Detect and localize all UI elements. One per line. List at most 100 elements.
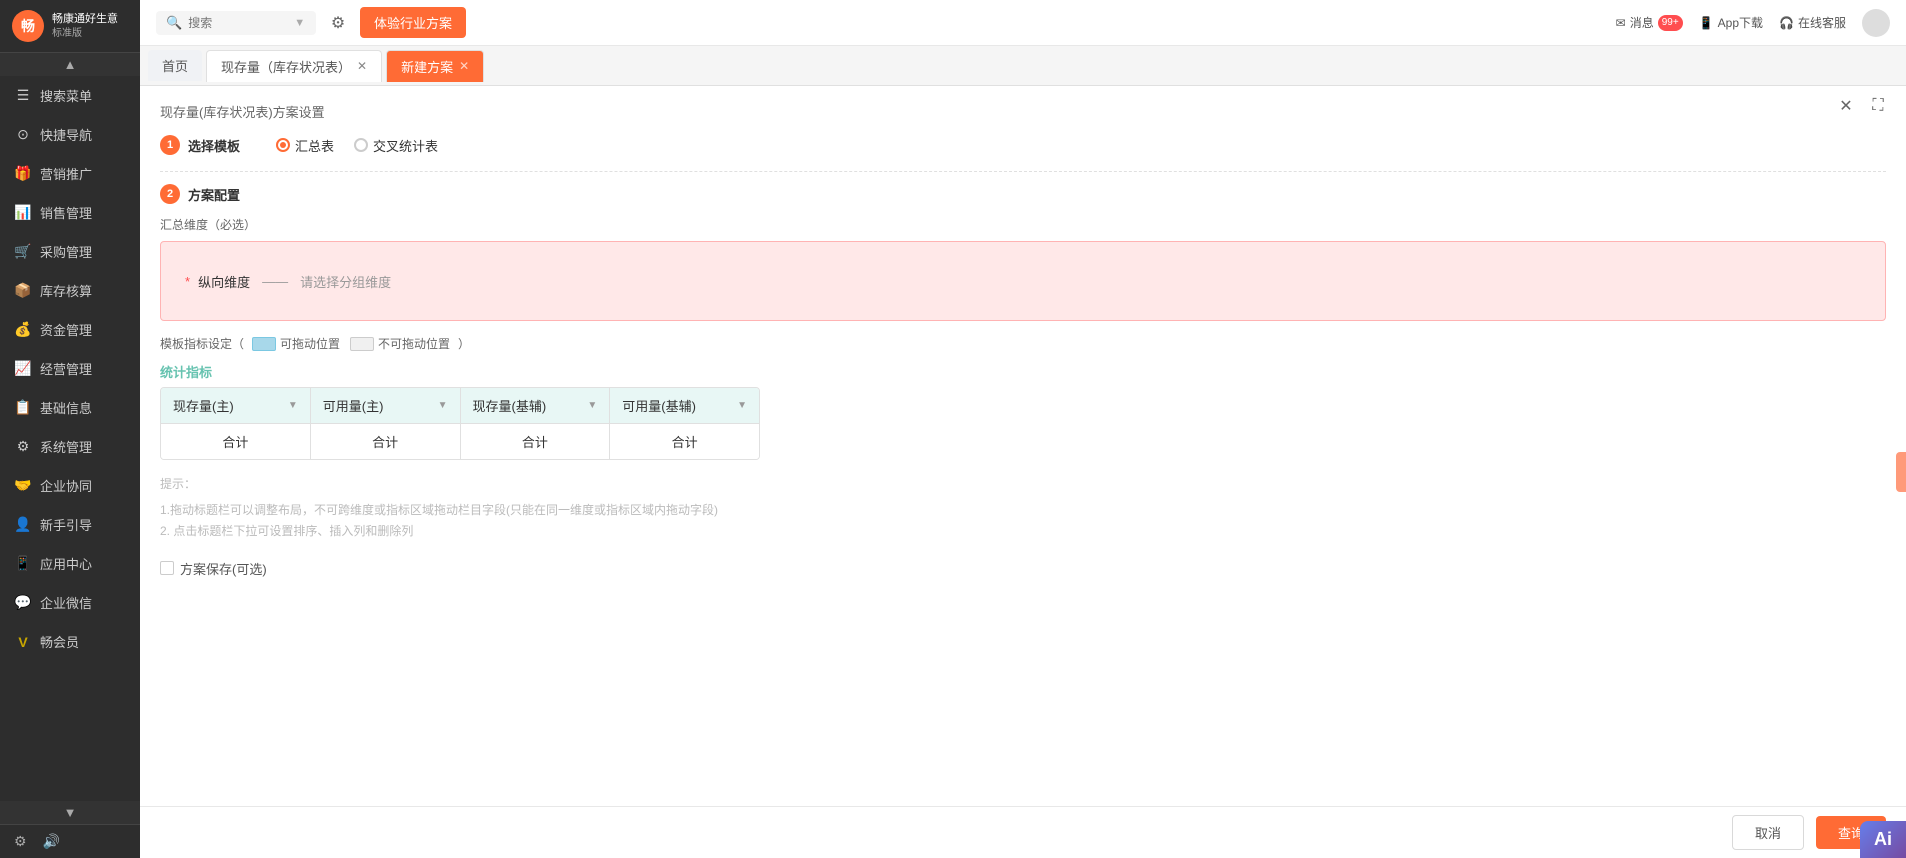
stats-col4-chevron-icon[interactable]: ▼: [737, 400, 747, 411]
step1-title: 选择模板: [188, 136, 240, 155]
radio-summary[interactable]: 汇总表: [276, 136, 334, 155]
tip2-text: 2. 点击标题栏下拉可设置排序、插入列和删除列: [160, 521, 1886, 543]
radio-cross-label: 交叉统计表: [373, 136, 438, 155]
sidebar-sound-icon[interactable]: 🔊: [43, 833, 60, 850]
purchase-icon: 🛒: [14, 243, 32, 261]
panel-expand-button[interactable]: ⛶: [1866, 94, 1890, 118]
app-download-button[interactable]: 📱 App下载: [1699, 14, 1763, 31]
stats-table-title: 统计指标: [160, 362, 1886, 381]
indicator-settings-label: 模板指标设定（ 可拖动位置 不可拖动位置: [160, 335, 1886, 352]
trial-industry-button[interactable]: 体验行业方案: [360, 7, 466, 38]
stats-col2-data: 合计: [311, 423, 461, 459]
stats-col1-chevron-icon[interactable]: ▼: [288, 400, 298, 411]
sidebar-item-label: 采购管理: [40, 242, 92, 261]
sidebar-item-inventory[interactable]: 📦 库存核算: [0, 271, 140, 310]
message-button[interactable]: ✉ 消息 99+: [1616, 14, 1683, 31]
sidebar-item-member[interactable]: V 畅会员: [0, 622, 140, 661]
summary-dimension-label: 汇总维度（必选）: [160, 216, 1886, 233]
sidebar-item-label: 基础信息: [40, 398, 92, 417]
sidebar: 畅 畅康通好生意 标准版 ▲ ☰ 搜索菜单 ⊙ 快捷导航 🎁 营销推广 📊 销售…: [0, 0, 140, 858]
top-right: ✉ 消息 99+ 📱 App下载 🎧 在线客服: [1616, 9, 1890, 37]
sidebar-item-newbie[interactable]: 👤 新手引导: [0, 505, 140, 544]
stats-col1-header[interactable]: 现存量(主) ▼: [161, 388, 311, 423]
panel-close-button[interactable]: ✕: [1834, 94, 1858, 118]
sidebar-item-purchase[interactable]: 🛒 采购管理: [0, 232, 140, 271]
ai-badge[interactable]: Ai: [1860, 821, 1906, 858]
right-edge-handle[interactable]: [1896, 452, 1906, 492]
tab-new-plan-close-icon[interactable]: ✕: [459, 59, 469, 73]
tips-section: 提示： 1.拖动标题栏可以调整布局，不可跨维度或指标区域拖动栏目字段(只能在同一…: [160, 474, 1886, 543]
draggable-legend-label: 可拖动位置: [280, 335, 340, 352]
stats-table-data-row: 合计 合计 合计 合计: [161, 423, 759, 459]
sidebar-item-sales[interactable]: 📊 销售管理: [0, 193, 140, 232]
draggable-legend-box: [252, 337, 276, 351]
draggable-legend-item: 可拖动位置: [252, 335, 340, 352]
sidebar-scroll-up[interactable]: ▲: [0, 53, 140, 76]
step-divider: [160, 171, 1886, 172]
sidebar-item-app-center[interactable]: 📱 应用中心: [0, 544, 140, 583]
online-service-button[interactable]: 🎧 在线客服: [1779, 14, 1846, 31]
dimension-dash: ——: [262, 274, 288, 289]
sidebar-item-system[interactable]: ⚙ 系统管理: [0, 427, 140, 466]
user-avatar[interactable]: [1862, 9, 1890, 37]
tab-inventory-close-icon[interactable]: ✕: [357, 59, 367, 73]
app-center-icon: 📱: [14, 555, 32, 573]
tab-home[interactable]: 首页: [148, 50, 202, 81]
save-option[interactable]: 方案保存(可选): [160, 559, 1886, 578]
sidebar-item-basic-info[interactable]: 📋 基础信息: [0, 388, 140, 427]
sidebar-item-finance[interactable]: 💰 资金管理: [0, 310, 140, 349]
system-icon: ⚙: [14, 438, 32, 456]
sidebar-item-enterprise-weixin[interactable]: 💬 企业微信: [0, 583, 140, 622]
sidebar-item-search-menu[interactable]: ☰ 搜索菜单: [0, 76, 140, 115]
finance-icon: 💰: [14, 321, 32, 339]
cancel-button[interactable]: 取消: [1732, 815, 1804, 850]
tab-home-label: 首页: [162, 56, 188, 75]
logo-icon: 畅: [12, 10, 44, 42]
step2-block: 2 方案配置 汇总维度（必选） * 纵向维度 —— 请选择分组维度 模板指标设定…: [160, 184, 1886, 578]
dropdown-icon[interactable]: ▼: [294, 17, 305, 29]
sidebar-item-label: 营销推广: [40, 164, 92, 183]
stats-col3-header[interactable]: 现存量(基辅) ▼: [461, 388, 611, 423]
step1-block: 1 选择模板 汇总表 交叉统计表: [160, 135, 1886, 155]
template-radio-group: 汇总表 交叉统计表: [276, 136, 438, 155]
sidebar-settings-icon[interactable]: ⚙: [14, 833, 27, 850]
tab-inventory-status[interactable]: 现存量（库存状况表） ✕: [206, 50, 382, 82]
app-logo: 畅 畅康通好生意 标准版: [0, 0, 140, 53]
stats-table-header-row: 现存量(主) ▼ 可用量(主) ▼ 现存量(基辅) ▼: [161, 388, 759, 423]
radio-cross-circle: [354, 138, 368, 152]
online-service-label: 在线客服: [1798, 14, 1846, 31]
sales-icon: 📊: [14, 204, 32, 222]
radio-cross[interactable]: 交叉统计表: [354, 136, 438, 155]
panel-controls: ✕ ⛶: [1834, 94, 1890, 118]
search-bar[interactable]: 🔍 ▼: [156, 11, 316, 35]
message-label: 消息: [1630, 14, 1654, 31]
bottom-bar: 取消 查询: [140, 806, 1906, 858]
sidebar-item-marketing[interactable]: 🎁 营销推广: [0, 154, 140, 193]
stats-col3-label: 现存量(基辅): [473, 396, 547, 415]
basic-info-icon: 📋: [14, 399, 32, 417]
app-download-label: App下载: [1718, 14, 1763, 31]
step2-header: 2 方案配置: [160, 184, 1886, 204]
sidebar-item-operations[interactable]: 📈 经营管理: [0, 349, 140, 388]
sidebar-item-enterprise[interactable]: 🤝 企业协同: [0, 466, 140, 505]
newbie-icon: 👤: [14, 516, 32, 534]
inventory-icon: 📦: [14, 282, 32, 300]
stats-col2-chevron-icon[interactable]: ▼: [438, 400, 448, 411]
tab-new-plan[interactable]: 新建方案 ✕: [386, 50, 484, 82]
dimension-placeholder: 请选择分组维度: [300, 272, 391, 291]
save-checkbox[interactable]: [160, 561, 174, 575]
topbar-gear-button[interactable]: ⚙: [324, 9, 352, 37]
step2-title: 方案配置: [188, 185, 240, 204]
sidebar-bottom: ⚙ 🔊: [0, 824, 140, 858]
indicator-legend: 可拖动位置 不可拖动位置: [252, 335, 450, 352]
sidebar-scroll-down[interactable]: ▼: [0, 801, 140, 824]
stats-col4-header[interactable]: 可用量(基辅) ▼: [610, 388, 759, 423]
app-download-icon: 📱: [1699, 16, 1714, 30]
stats-col3-chevron-icon[interactable]: ▼: [587, 400, 597, 411]
stats-col2-header[interactable]: 可用量(主) ▼: [311, 388, 461, 423]
dimension-area[interactable]: * 纵向维度 —— 请选择分组维度: [160, 241, 1886, 321]
sidebar-item-quick-nav[interactable]: ⊙ 快捷导航: [0, 115, 140, 154]
tabs-bar: 首页 现存量（库存状况表） ✕ 新建方案 ✕: [140, 46, 1906, 86]
search-input[interactable]: [188, 16, 288, 30]
dimension-vertical-label: 纵向维度: [198, 272, 250, 291]
